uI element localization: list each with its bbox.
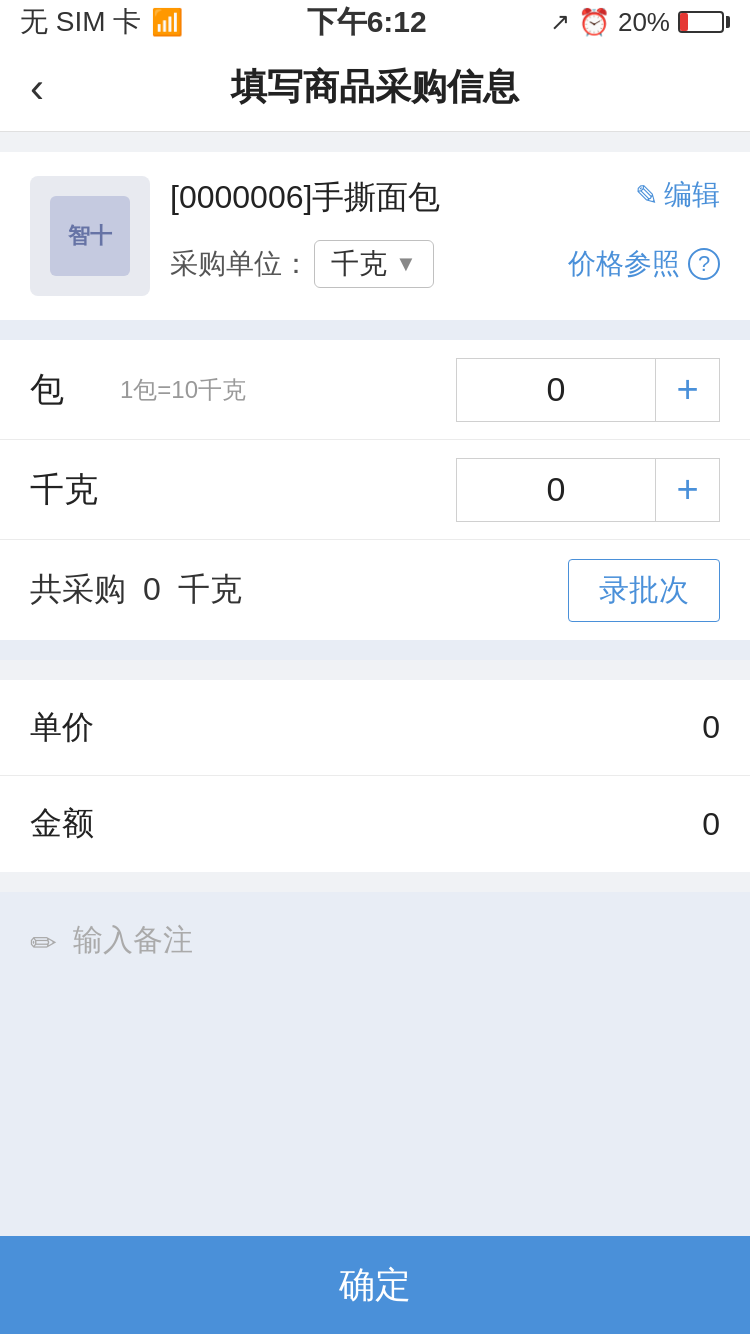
- input-section: 包 1包=10千克 0 + 千克 0 +: [0, 340, 750, 540]
- status-right: ↗ ⏰ 20%: [550, 7, 730, 38]
- battery-tip: [726, 16, 730, 28]
- alarm-icon: ⏰: [578, 7, 610, 38]
- battery-fill: [680, 13, 688, 31]
- edit-button[interactable]: ✎ 编辑: [635, 176, 720, 214]
- notes-placeholder: 输入备注: [73, 920, 193, 961]
- status-left: 无 SIM 卡 📶: [20, 3, 183, 41]
- page-title: 填写商品采购信息: [231, 63, 519, 112]
- summary-row: 共采购 0 千克 录批次: [0, 540, 750, 640]
- product-img-text: 智十: [68, 221, 112, 251]
- divider-2: [0, 640, 750, 660]
- confirm-label: 确定: [339, 1261, 411, 1310]
- summary-amount: 0: [143, 571, 161, 607]
- summary-unit: 千克: [178, 571, 242, 607]
- amount-value: 0: [702, 806, 720, 843]
- kg-value: 0: [547, 470, 566, 509]
- location-icon: ↗: [550, 8, 570, 36]
- dropdown-arrow-icon: ▼: [395, 251, 417, 277]
- product-card: 智十 [0000006]手撕面包 ✎ 编辑 采购单位： 千克 ▼ 价格参照 ?: [0, 152, 750, 320]
- product-top-row: [0000006]手撕面包 ✎ 编辑: [170, 176, 720, 220]
- bag-value: 0: [547, 370, 566, 409]
- status-bar: 无 SIM 卡 📶 下午6:12 ↗ ⏰ 20%: [0, 0, 750, 44]
- unit-select-container: 采购单位： 千克 ▼: [170, 240, 434, 288]
- kg-plus-button[interactable]: +: [656, 458, 720, 522]
- product-image: 智十: [30, 176, 150, 296]
- help-icon: ?: [688, 248, 720, 280]
- summary-prefix: 共采购: [30, 571, 126, 607]
- pencil-icon: ✏: [30, 924, 57, 962]
- unit-select-box[interactable]: 千克 ▼: [314, 240, 434, 288]
- sim-label: 无 SIM 卡: [20, 3, 141, 41]
- edit-icon: ✎: [635, 179, 658, 212]
- product-name: [0000006]手撕面包: [170, 176, 615, 220]
- summary-text: 共采购 0 千克: [30, 568, 568, 612]
- bag-input[interactable]: 0: [456, 358, 656, 422]
- kg-input[interactable]: 0: [456, 458, 656, 522]
- confirm-button[interactable]: 确定: [0, 1236, 750, 1334]
- battery-indicator: [678, 11, 730, 33]
- notes-section[interactable]: ✏ 输入备注: [0, 892, 750, 1292]
- edit-label: 编辑: [664, 176, 720, 214]
- kg-stepper: 0 +: [456, 458, 720, 522]
- bag-stepper: 0 +: [456, 358, 720, 422]
- wifi-icon: 📶: [151, 7, 183, 38]
- unit-value: 千克: [331, 245, 387, 283]
- product-info: [0000006]手撕面包 ✎ 编辑 采购单位： 千克 ▼ 价格参照 ?: [170, 176, 720, 288]
- nav-bar: ‹ 填写商品采购信息: [0, 44, 750, 132]
- unit-price-value: 0: [702, 709, 720, 746]
- back-button[interactable]: ‹: [30, 67, 44, 109]
- product-unit-row: 采购单位： 千克 ▼ 价格参照 ?: [170, 240, 720, 288]
- bag-plus-button[interactable]: +: [656, 358, 720, 422]
- bag-label: 包: [30, 367, 110, 413]
- price-reference-button[interactable]: 价格参照 ?: [568, 245, 720, 283]
- unit-label: 采购单位：: [170, 245, 310, 283]
- unit-price-label: 单价: [30, 706, 94, 750]
- amount-row: 金额 0: [0, 776, 750, 872]
- price-info-section: 单价 0 金额 0: [0, 680, 750, 872]
- batch-button[interactable]: 录批次: [568, 559, 720, 622]
- price-ref-label: 价格参照: [568, 245, 680, 283]
- product-thumbnail: 智十: [50, 196, 130, 276]
- battery-percent: 20%: [618, 7, 670, 38]
- unit-price-row: 单价 0: [0, 680, 750, 776]
- kg-input-row: 千克 0 +: [0, 440, 750, 540]
- bag-sublabel: 1包=10千克: [120, 374, 456, 406]
- kg-label: 千克: [30, 467, 110, 513]
- divider-1: [0, 320, 750, 340]
- bag-input-row: 包 1包=10千克 0 +: [0, 340, 750, 440]
- status-time: 下午6:12: [307, 2, 427, 43]
- amount-label: 金额: [30, 802, 94, 846]
